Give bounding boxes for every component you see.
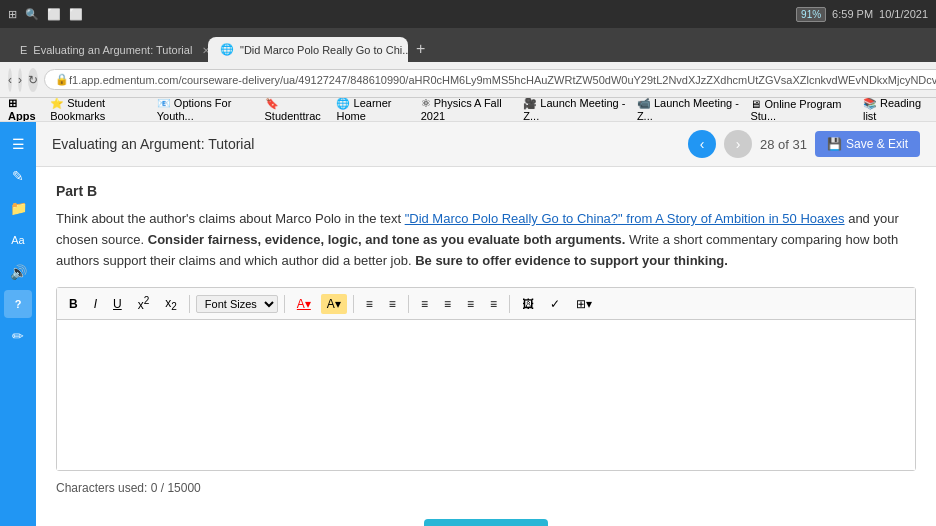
- title-bar-right: 91% 6:59 PM 10/1/2021: [796, 7, 928, 22]
- url-bar[interactable]: 🔒 f1.app.edmentum.com/courseware-deliver…: [44, 69, 936, 90]
- align-justify-button[interactable]: ≡: [484, 294, 503, 314]
- part-label: Part B: [56, 183, 916, 199]
- tab-evaluating[interactable]: E Evaluating an Argument: Tutorial ✕: [8, 38, 208, 62]
- page-indicator: 28 of 31: [760, 137, 807, 152]
- sidebar-edit-icon[interactable]: ✎: [4, 162, 32, 190]
- image-button[interactable]: 🖼: [516, 294, 540, 314]
- sidebar-text-icon[interactable]: Aa: [4, 226, 32, 254]
- align-center-button[interactable]: ≡: [438, 294, 457, 314]
- tab-bar: E Evaluating an Argument: Tutorial ✕ 🌐 "…: [0, 28, 936, 62]
- toolbar-sep-4: [408, 295, 409, 313]
- header-controls: ‹ › 28 of 31 💾 Save & Exit: [688, 130, 920, 158]
- save-exit-button[interactable]: 💾 Save & Exit: [815, 131, 920, 157]
- tutorial-header: Evaluating an Argument: Tutorial ‹ › 28 …: [36, 122, 936, 167]
- prev-page-button[interactable]: ‹: [688, 130, 716, 158]
- toolbar-sep-2: [284, 295, 285, 313]
- table-button[interactable]: ⊞▾: [570, 294, 598, 314]
- subscript-button[interactable]: x2: [159, 293, 183, 315]
- content-area: Evaluating an Argument: Tutorial ‹ › 28 …: [36, 122, 936, 526]
- tutorial-title: Evaluating an Argument: Tutorial: [52, 136, 254, 152]
- new-tab-button[interactable]: +: [408, 36, 433, 62]
- address-bar: ‹ › ↻ 🔒 f1.app.edmentum.com/courseware-d…: [0, 62, 936, 98]
- taskbar-icon2[interactable]: ⬜: [69, 8, 83, 21]
- sidebar-pen-icon[interactable]: ✏: [4, 322, 32, 350]
- tab-label-2: "Did Marco Polo Really Go to Chi...: [240, 44, 408, 56]
- launch-meeting-1-link[interactable]: 🎥 Launch Meeting - Z...: [523, 98, 629, 122]
- align-right-button[interactable]: ≡: [461, 294, 480, 314]
- toolbar-sep-1: [189, 295, 190, 313]
- options-for-youth-link[interactable]: 📧 Options For Youth...: [157, 98, 257, 122]
- toolbar-sep-5: [509, 295, 510, 313]
- title-bar: ⊞ 🔍 ⬜ ⬜ 91% 6:59 PM 10/1/2021: [0, 0, 936, 28]
- next-page-button[interactable]: ›: [724, 130, 752, 158]
- title-bar-left: ⊞ 🔍 ⬜ ⬜: [8, 8, 83, 21]
- date-display: 10/1/2021: [879, 8, 928, 20]
- physics-link[interactable]: ⚛ Physics A Fall 2021: [421, 98, 516, 122]
- editor-container: B I U x2 x2 Font Sizes A▾ A▾ ≡ ≡: [56, 287, 916, 471]
- tab-label-1: Evaluating an Argument: Tutorial: [33, 44, 192, 56]
- tab-marco-polo[interactable]: 🌐 "Did Marco Polo Really Go to Chi... ✕: [208, 37, 408, 62]
- forward-button[interactable]: ›: [18, 68, 22, 92]
- save-icon: 💾: [827, 137, 842, 151]
- sidebar: ☰ ✎ 📁 Aa 🔊 ? ✏: [0, 122, 36, 526]
- student-bookmarks-link[interactable]: ⭐ Student Bookmarks: [50, 98, 149, 122]
- back-button[interactable]: ‹: [8, 68, 12, 92]
- align-left-button[interactable]: ≡: [415, 294, 434, 314]
- windows-icon[interactable]: ⊞: [8, 8, 17, 21]
- superscript-button[interactable]: x2: [132, 292, 156, 315]
- online-program-link[interactable]: 🖥 Online Program Stu...: [750, 98, 855, 122]
- instruction-bold1: Consider fairness, evidence, logic, and …: [148, 232, 626, 247]
- apps-link[interactable]: ⊞ Apps: [8, 98, 42, 122]
- instruction-prefix: Think about the author's claims about Ma…: [56, 211, 401, 226]
- sidebar-folder-icon[interactable]: 📁: [4, 194, 32, 222]
- submit-button[interactable]: Submit: [424, 519, 548, 526]
- sidebar-menu-icon[interactable]: ☰: [4, 130, 32, 158]
- url-text: f1.app.edmentum.com/courseware-delivery/…: [69, 74, 936, 86]
- bold-button[interactable]: B: [63, 294, 84, 314]
- reading-list-link[interactable]: 📚 Reading list: [863, 98, 928, 122]
- instruction-text: Think about the author's claims about Ma…: [56, 209, 916, 271]
- sidebar-audio-icon[interactable]: 🔊: [4, 258, 32, 286]
- main-layout: ☰ ✎ 📁 Aa 🔊 ? ✏ Evaluating an Argument: T…: [0, 122, 936, 526]
- char-count: Characters used: 0 / 15000: [56, 481, 916, 495]
- taskbar-icon1[interactable]: ⬜: [47, 8, 61, 21]
- launch-meeting-2-link[interactable]: 📹 Launch Meeting - Z...: [637, 98, 743, 122]
- editor-body[interactable]: [57, 320, 915, 470]
- editor-toolbar: B I U x2 x2 Font Sizes A▾ A▾ ≡ ≡: [57, 288, 915, 320]
- underline-button[interactable]: U: [107, 294, 128, 314]
- battery-indicator: 91%: [796, 7, 826, 22]
- tab-favicon-1: E: [20, 44, 27, 56]
- toolbar-sep-3: [353, 295, 354, 313]
- time-display: 6:59 PM: [832, 8, 873, 20]
- source-link[interactable]: "Did Marco Polo Really Go to China?" fro…: [405, 211, 845, 226]
- studenttrac-link[interactable]: 🔖 Studenttrac: [265, 98, 329, 122]
- submit-container: Submit: [56, 511, 916, 526]
- font-color-button[interactable]: A▾: [291, 294, 317, 314]
- lock-icon: 🔒: [55, 73, 69, 86]
- ordered-list-button[interactable]: ≡: [383, 294, 402, 314]
- learner-home-link[interactable]: 🌐 Learner Home: [336, 98, 412, 122]
- tab-favicon-2: 🌐: [220, 43, 234, 56]
- content-body: Part B Think about the author's claims a…: [36, 167, 936, 526]
- italic-button[interactable]: I: [88, 294, 103, 314]
- highlight-button[interactable]: A▾: [321, 294, 347, 314]
- check-button[interactable]: ✓: [544, 294, 566, 314]
- refresh-button[interactable]: ↻: [28, 68, 38, 92]
- bookmarks-bar: ⊞ Apps ⭐ Student Bookmarks 📧 Options For…: [0, 98, 936, 122]
- instruction-bold2: Be sure to offer evidence to support you…: [415, 253, 728, 268]
- font-size-select[interactable]: Font Sizes: [196, 295, 278, 313]
- search-icon[interactable]: 🔍: [25, 8, 39, 21]
- unordered-list-button[interactable]: ≡: [360, 294, 379, 314]
- sidebar-help-icon[interactable]: ?: [4, 290, 32, 318]
